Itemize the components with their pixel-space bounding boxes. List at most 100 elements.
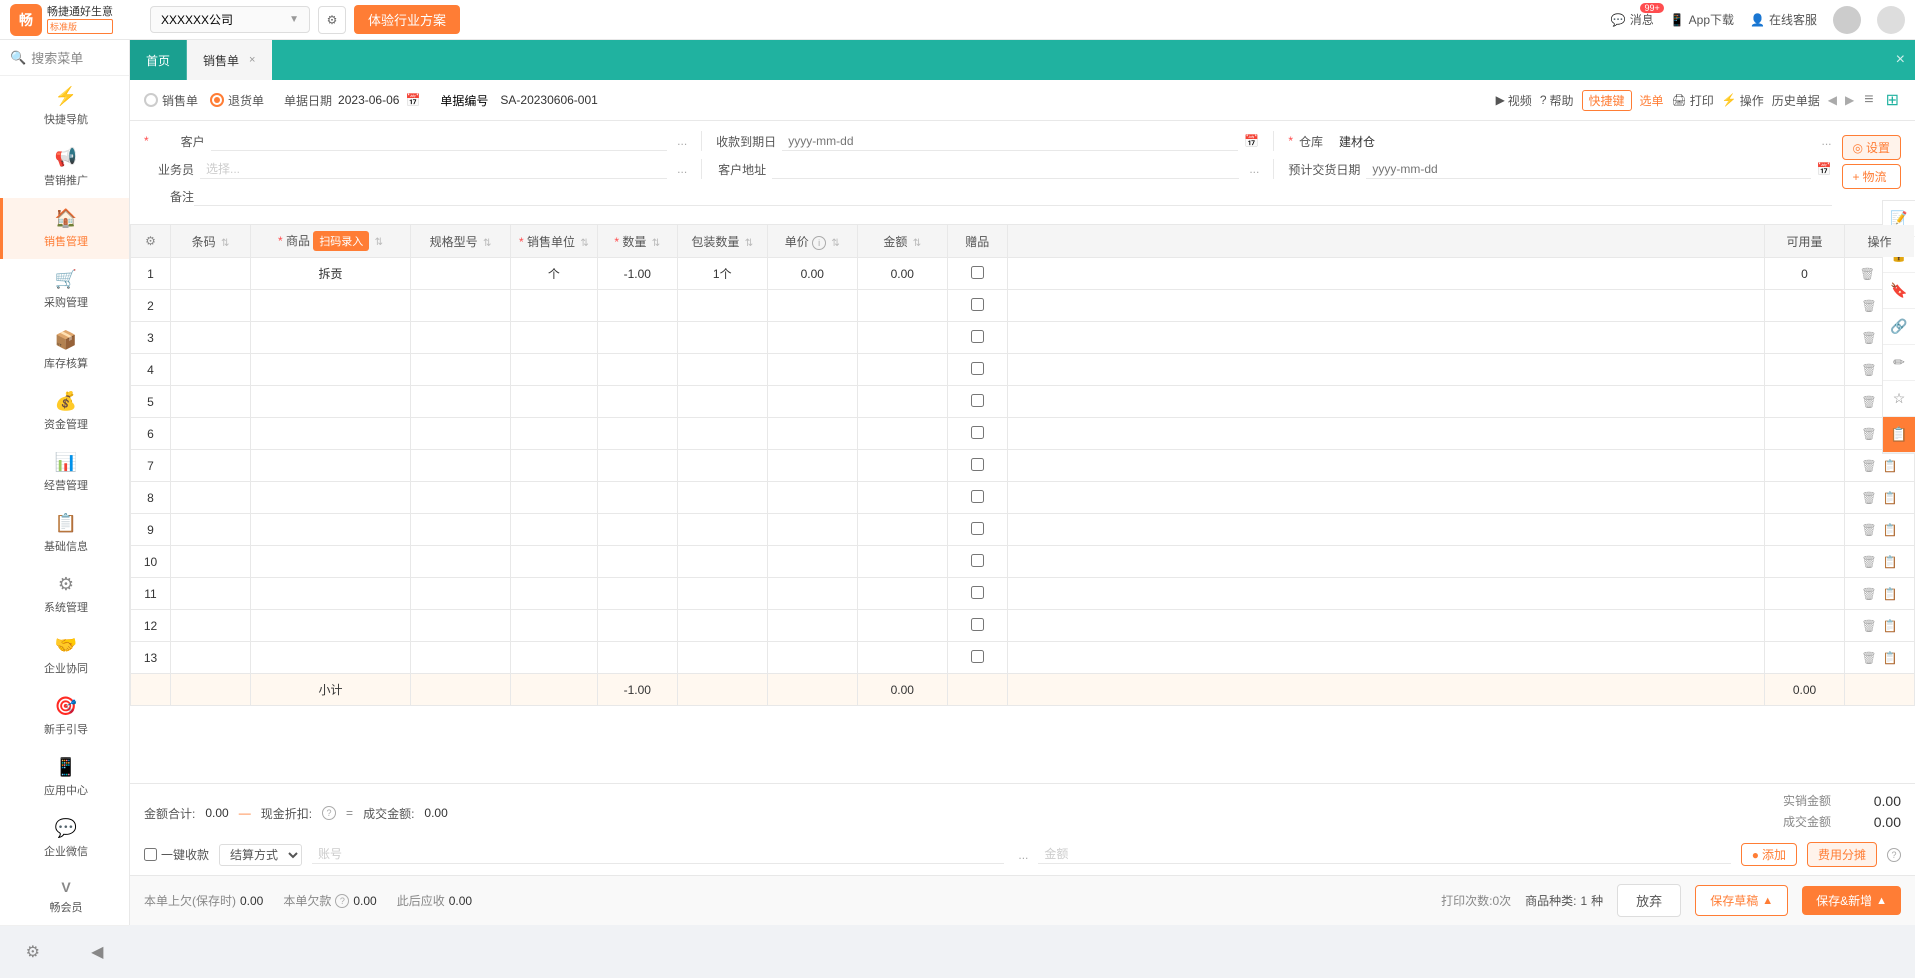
delete-icon[interactable]: 🗑 [1861, 491, 1876, 505]
delete-icon[interactable]: 🗑 [1861, 619, 1876, 633]
gift-checkbox-9[interactable] [971, 522, 984, 535]
payment-checkbox[interactable] [144, 848, 157, 861]
account-input[interactable] [312, 845, 1004, 864]
add-button[interactable]: ● 添加 [1741, 843, 1797, 866]
price-info-icon[interactable]: i [812, 236, 826, 250]
copy-icon[interactable]: 📋 [1883, 619, 1898, 633]
date-calendar-icon[interactable]: 📅 [405, 93, 420, 107]
row-pkgqty-1[interactable]: 1个 [677, 258, 767, 290]
sidebar-item-app-center[interactable]: 📱 应用中心 [0, 747, 129, 808]
payment-checkbox-label[interactable]: 一键收款 [144, 846, 209, 863]
action-video[interactable]: ▶ 视频 [1496, 92, 1532, 109]
delete-icon[interactable]: 🗑 [1861, 395, 1876, 409]
row-barcode-1[interactable] [171, 258, 251, 290]
list-view-icon[interactable]: ≡ [1862, 89, 1875, 111]
delete-icon[interactable]: 🗑 [1861, 427, 1876, 441]
right-float-bookmark[interactable]: 🔖 [1883, 273, 1915, 309]
gift-checkbox-13[interactable] [971, 650, 984, 663]
sidebar-item-marketing[interactable]: 📢 营销推广 [0, 137, 129, 198]
avatar-2[interactable] [1877, 6, 1905, 34]
sidebar-item-purchase[interactable]: 🛒 采购管理 [0, 259, 129, 320]
sidebar-item-inventory[interactable]: 📦 库存核算 [0, 320, 129, 381]
row-unit-1[interactable]: 个 [511, 258, 598, 290]
unit-sort-icon[interactable]: ⇅ [580, 238, 588, 249]
remark-input[interactable] [194, 187, 1832, 206]
gift-checkbox-6[interactable] [971, 426, 984, 439]
save-new-button[interactable]: 保存&新增 ▲ [1802, 886, 1901, 915]
window-close-icon[interactable]: × [1896, 51, 1905, 69]
gift-checkbox-3[interactable] [971, 330, 984, 343]
row-qty-1[interactable]: -1.00 [597, 258, 677, 290]
abandon-button[interactable]: 放弃 [1617, 884, 1681, 917]
logistics-button[interactable]: + 物流 [1842, 164, 1902, 189]
online-service-button[interactable]: 👤 在线客服 [1750, 11, 1817, 28]
calc-method-select[interactable]: 结算方式 [219, 844, 302, 866]
warehouse-more-icon[interactable]: ... [1822, 134, 1832, 148]
settings-icon[interactable]: ⚙ [318, 6, 346, 34]
gift-checkbox-8[interactable] [971, 490, 984, 503]
salesperson-input[interactable] [200, 160, 667, 179]
spec-sort-icon[interactable]: ⇅ [483, 238, 491, 249]
row-gift-1[interactable] [947, 258, 1007, 290]
grid-view-icon[interactable]: ⊞ [1884, 88, 1901, 112]
customer-more-icon[interactable]: ... [677, 134, 687, 148]
gift-checkbox-10[interactable] [971, 554, 984, 567]
sidebar-search[interactable]: 🔍 搜索菜单 [0, 40, 129, 76]
sidebar-item-system[interactable]: ⚙ 系统管理 [0, 564, 129, 625]
salesperson-more-icon[interactable]: ... [677, 162, 687, 176]
tab-sales-order[interactable]: 销售单 × [187, 40, 272, 80]
delete-icon[interactable]: 🗑 [1861, 523, 1876, 537]
account-more-icon[interactable]: ... [1018, 848, 1028, 862]
receive-date-input[interactable] [782, 132, 1238, 151]
delete-icon[interactable]: 🗑 [1861, 331, 1876, 345]
debt-info-icon[interactable]: ? [335, 894, 349, 908]
app-download-button[interactable]: 📱 App下载 [1670, 11, 1734, 28]
th-gear[interactable]: ⚙ [131, 225, 171, 258]
sidebar-item-sales[interactable]: 🏠 销售管理 [0, 198, 129, 259]
expense-button[interactable]: 费用分摊 [1807, 842, 1877, 867]
row-spec-1[interactable] [411, 258, 511, 290]
delete-icon[interactable]: 🗑 [1861, 587, 1876, 601]
delete-icon[interactable]: 🗑 [1861, 651, 1876, 665]
expected-date-input[interactable] [1366, 160, 1810, 179]
tab-close-icon[interactable]: × [249, 54, 255, 66]
action-shortcut[interactable]: 快捷键 [1582, 90, 1632, 111]
tab-home[interactable]: 首页 [130, 40, 187, 80]
sidebar-item-wechat[interactable]: 💬 企业微信 [0, 808, 129, 869]
nav-prev-icon[interactable]: ◀ [1828, 93, 1837, 107]
radio-return[interactable]: 退货单 [210, 92, 264, 109]
gift-checkbox-11[interactable] [971, 586, 984, 599]
gift-checkbox-1[interactable] [971, 266, 984, 279]
trial-button[interactable]: 体验行业方案 [354, 5, 460, 34]
qty-sort-icon[interactable]: ⇅ [652, 238, 660, 249]
expected-date-calendar-icon[interactable]: 📅 [1817, 162, 1832, 176]
settings-button[interactable]: ◎ 设置 [1842, 135, 1902, 160]
product-sort-icon[interactable]: ⇅ [375, 237, 383, 248]
copy-icon[interactable]: 📋 [1883, 651, 1898, 665]
gift-checkbox-5[interactable] [971, 394, 984, 407]
right-float-orange[interactable]: 📋 [1883, 417, 1915, 453]
amount-sort-icon[interactable]: ⇅ [913, 238, 921, 249]
expense-info-icon[interactable]: ? [1887, 848, 1901, 862]
copy-icon[interactable]: 📋 [1883, 523, 1898, 537]
save-draft-button[interactable]: 保存草稿 ▲ [1695, 885, 1788, 916]
delete-icon[interactable]: 🗑 [1861, 459, 1876, 473]
scan-button[interactable]: 扫码录入 [313, 231, 369, 251]
row-price-1[interactable]: 0.00 [767, 258, 857, 290]
message-button[interactable]: 💬 消息 99+ [1611, 11, 1654, 28]
delete-row-1-icon[interactable]: 🗑 [1860, 267, 1875, 281]
radio-sales[interactable]: 销售单 [144, 92, 198, 109]
sidebar-item-quick-nav[interactable]: ⚡ 快捷导航 [0, 76, 129, 137]
sidebar-item-operations[interactable]: 📊 经营管理 [0, 442, 129, 503]
delete-icon[interactable]: 🗑 [1861, 299, 1876, 313]
action-print[interactable]: 🖨 打印 [1672, 92, 1714, 109]
gift-checkbox-7[interactable] [971, 458, 984, 471]
row-product-1[interactable]: 拆贡 [251, 258, 411, 290]
barcode-sort-icon[interactable]: ⇅ [221, 238, 229, 249]
gift-checkbox-4[interactable] [971, 362, 984, 375]
action-operations[interactable]: ⚡ 操作 [1722, 92, 1764, 109]
customer-addr-more-icon[interactable]: ... [1249, 162, 1259, 176]
delete-icon[interactable]: 🗑 [1861, 555, 1876, 569]
sidebar-item-enterprise[interactable]: 🤝 企业协同 [0, 625, 129, 686]
company-selector[interactable]: XXXXXX公司 ▼ [150, 6, 310, 33]
